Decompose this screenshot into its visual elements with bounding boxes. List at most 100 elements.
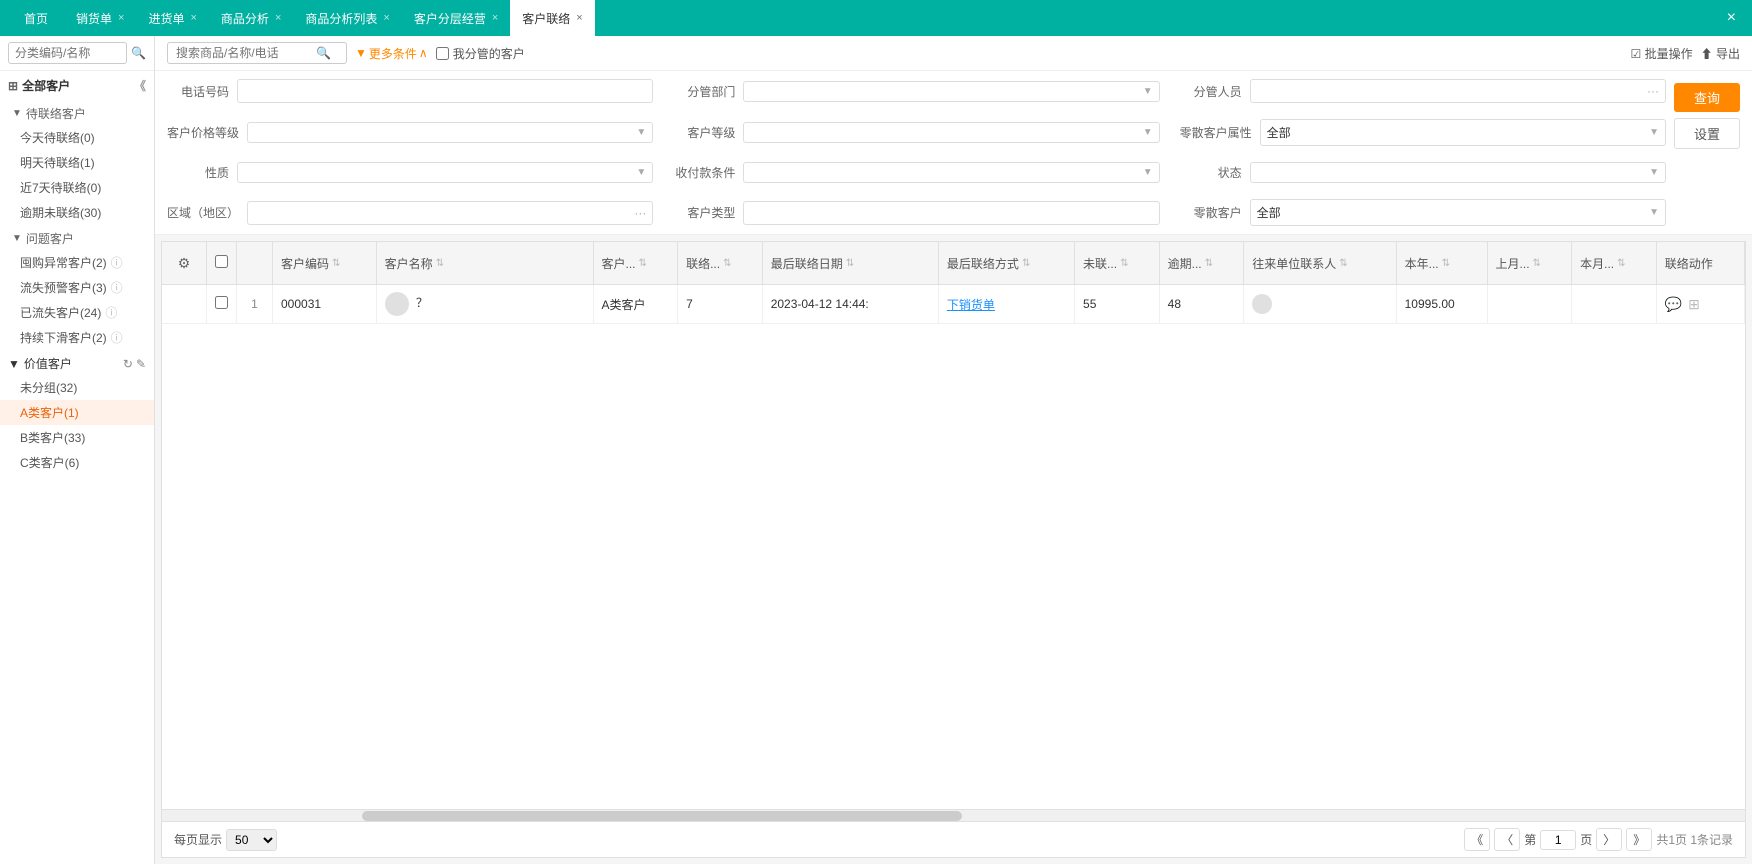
sort-icon-last-method: ⇅ — [1022, 258, 1030, 269]
sidebar-item-b-class[interactable]: B类客户(33) — [0, 425, 154, 450]
sidebar-item-overdue[interactable]: 逾期未联络(30) — [0, 200, 154, 225]
filter-icon: ▼ — [355, 46, 367, 60]
filter-payment: 收付款条件 ▼ — [673, 162, 1159, 183]
payment-select[interactable]: ▼ — [743, 162, 1159, 183]
first-page-btn[interactable]: 《 — [1464, 828, 1490, 851]
dept-select[interactable]: ▼ — [743, 81, 1159, 102]
group-pending-arrow: ▼ — [12, 108, 22, 119]
sidebar-item-tomorrow[interactable]: 明天待联络(1) — [0, 150, 154, 175]
nav-tab-1[interactable]: 销货单 × — [64, 0, 136, 36]
sort-icon-grade: ⇅ — [639, 258, 647, 269]
select-all-checkbox[interactable] — [215, 255, 228, 268]
retail-select[interactable]: 全部 ▼ — [1250, 199, 1666, 226]
export-btn[interactable]: ⬆ 导出 — [1701, 45, 1740, 62]
sort-icon-code: ⇅ — [332, 258, 340, 269]
cust-grade-chevron: ▼ — [1143, 127, 1153, 138]
refresh-icon[interactable]: ↻ — [123, 357, 133, 371]
page-input[interactable] — [1540, 830, 1576, 850]
sidebar-item-hoard[interactable]: 囤购异常客户(2) ⓘ — [0, 250, 154, 275]
region-select[interactable]: ··· — [247, 201, 653, 225]
collapse-icon[interactable]: 《 — [134, 77, 146, 94]
nav-tab-5[interactable]: 客户分层经营 × — [402, 0, 510, 36]
query-button[interactable]: 查询 — [1674, 83, 1740, 112]
nav-tab-4[interactable]: 商品分析列表 × — [293, 0, 401, 36]
scrollbar-thumb[interactable] — [362, 811, 962, 821]
sidebar-search-input[interactable] — [8, 42, 127, 64]
last-page-btn[interactable]: 》 — [1626, 828, 1652, 851]
table-scroll[interactable]: ⚙ 客户编码 ⇅ — [162, 242, 1745, 809]
sort-icon-last-month: ⇅ — [1533, 258, 1541, 269]
row-checkbox-cell — [207, 285, 237, 324]
batch-checkbox-icon: ☑ — [1631, 47, 1642, 61]
sidebar-item-c-class[interactable]: C类客户(6) — [0, 450, 154, 475]
condition-arrow: ∧ — [419, 46, 428, 60]
row-checkbox[interactable] — [215, 296, 228, 309]
nav-tab-6[interactable]: 客户联络 × — [510, 0, 594, 36]
row-avatar — [385, 292, 409, 316]
nav-tab-3[interactable]: 商品分析 × — [209, 0, 293, 36]
phone-input[interactable] — [237, 79, 653, 103]
row-last-date: 2023-04-12 14:44: — [762, 285, 938, 324]
close-tab-6[interactable]: × — [576, 12, 582, 24]
row-last-method-link[interactable]: 下销货单 — [947, 298, 995, 312]
filter-search-input[interactable] — [176, 46, 316, 60]
nav-home[interactable]: 首页 — [8, 0, 64, 36]
close-tab-2[interactable]: × — [190, 12, 196, 24]
sidebar-item-7days[interactable]: 近7天待联络(0) — [0, 175, 154, 200]
per-page-select[interactable]: 50 100 — [226, 829, 277, 851]
sidebar-item-loss-warn[interactable]: 流失预警客户(3) ⓘ — [0, 275, 154, 300]
close-tab-3[interactable]: × — [275, 12, 281, 24]
th-code: 客户编码 ⇅ — [273, 242, 377, 285]
sidebar-item-today[interactable]: 今天待联络(0) — [0, 125, 154, 150]
settings-button[interactable]: 设置 — [1674, 118, 1740, 149]
sort-icon-overdue: ⇅ — [1205, 258, 1213, 269]
row-name-text: ？ — [416, 296, 428, 310]
sidebar-item-ungrouped[interactable]: 未分组(32) — [0, 375, 154, 400]
th-last-month: 上月... ⇅ — [1487, 242, 1572, 285]
group-value-title[interactable]: ▼ 价值客户 ↻ ✎ — [0, 350, 154, 375]
price-grade-select[interactable]: ▼ — [247, 122, 653, 143]
chat-icon[interactable]: 💬 — [1665, 296, 1682, 313]
more-conditions-btn[interactable]: ▼ 更多条件 ∧ — [355, 45, 428, 62]
manager-select[interactable]: ··· — [1250, 79, 1666, 103]
close-tab-4[interactable]: × — [383, 12, 389, 24]
retail-attr-select[interactable]: 全部 ▼ — [1260, 119, 1666, 146]
sidebar-item-declining[interactable]: 持续下滑客户(2) ⓘ — [0, 325, 154, 350]
filter-search-icon[interactable]: 🔍 — [316, 46, 331, 60]
cust-type-input[interactable] — [743, 201, 1159, 225]
batch-ops-btn[interactable]: ☑ 批量操作 — [1631, 45, 1693, 62]
group-pending-title[interactable]: ▼ 待联络客户 — [0, 100, 154, 125]
info-icon-declining: ⓘ — [111, 329, 123, 346]
sidebar-search-area: 🔍 — [0, 36, 154, 71]
nav-tab-2[interactable]: 进货单 × — [136, 0, 208, 36]
prev-page-btn[interactable]: 〈 — [1494, 828, 1520, 851]
close-tab-1[interactable]: × — [118, 12, 124, 24]
horizontal-scrollbar[interactable] — [162, 809, 1745, 821]
row-grade: A类客户 — [593, 285, 678, 324]
filter-row-2: 客户价格等级 ▼ 客户等级 ▼ — [167, 119, 1666, 146]
group-problem-title[interactable]: ▼ 问题客户 — [0, 225, 154, 250]
my-customers-checkbox[interactable] — [436, 47, 449, 60]
grid-action-icon[interactable]: ⊞ — [1688, 296, 1700, 313]
row-last-method: 下销货单 — [938, 285, 1074, 324]
cust-grade-select[interactable]: ▼ — [743, 122, 1159, 143]
edit-icon[interactable]: ✎ — [136, 357, 146, 371]
pagination: 每页显示 50 100 《 〈 第 页 〉 》 共1页 1条记录 — [162, 821, 1745, 857]
close-tab-5[interactable]: × — [492, 12, 498, 24]
next-page-btn[interactable]: 〉 — [1596, 828, 1622, 851]
row-name: ？ — [376, 285, 593, 324]
row-code: 000031 — [273, 285, 377, 324]
status-select[interactable]: ▼ — [1250, 162, 1666, 183]
th-unit-contact: 往来单位联系人 ⇅ — [1244, 242, 1396, 285]
table-settings-gear[interactable]: ⚙ — [170, 249, 198, 277]
sidebar-search-icon[interactable]: 🔍 — [131, 46, 146, 60]
sort-icon-no-contact: ⇅ — [1120, 258, 1128, 269]
info-icon-hoard: ⓘ — [111, 254, 123, 271]
all-customers-header[interactable]: ⊞ 全部客户 《 — [0, 71, 154, 100]
sidebar-item-lost[interactable]: 已流失客户(24) ⓘ — [0, 300, 154, 325]
my-customers-filter[interactable]: 我分管的客户 — [436, 45, 525, 62]
nature-select[interactable]: ▼ — [237, 162, 653, 183]
sidebar-item-a-class[interactable]: A类客户(1) — [0, 400, 154, 425]
table-body: 1 000031 ？ A类客户 7 2023-04-12 14:44: 下销货单 — [162, 285, 1745, 324]
window-close[interactable]: × — [1719, 9, 1744, 27]
